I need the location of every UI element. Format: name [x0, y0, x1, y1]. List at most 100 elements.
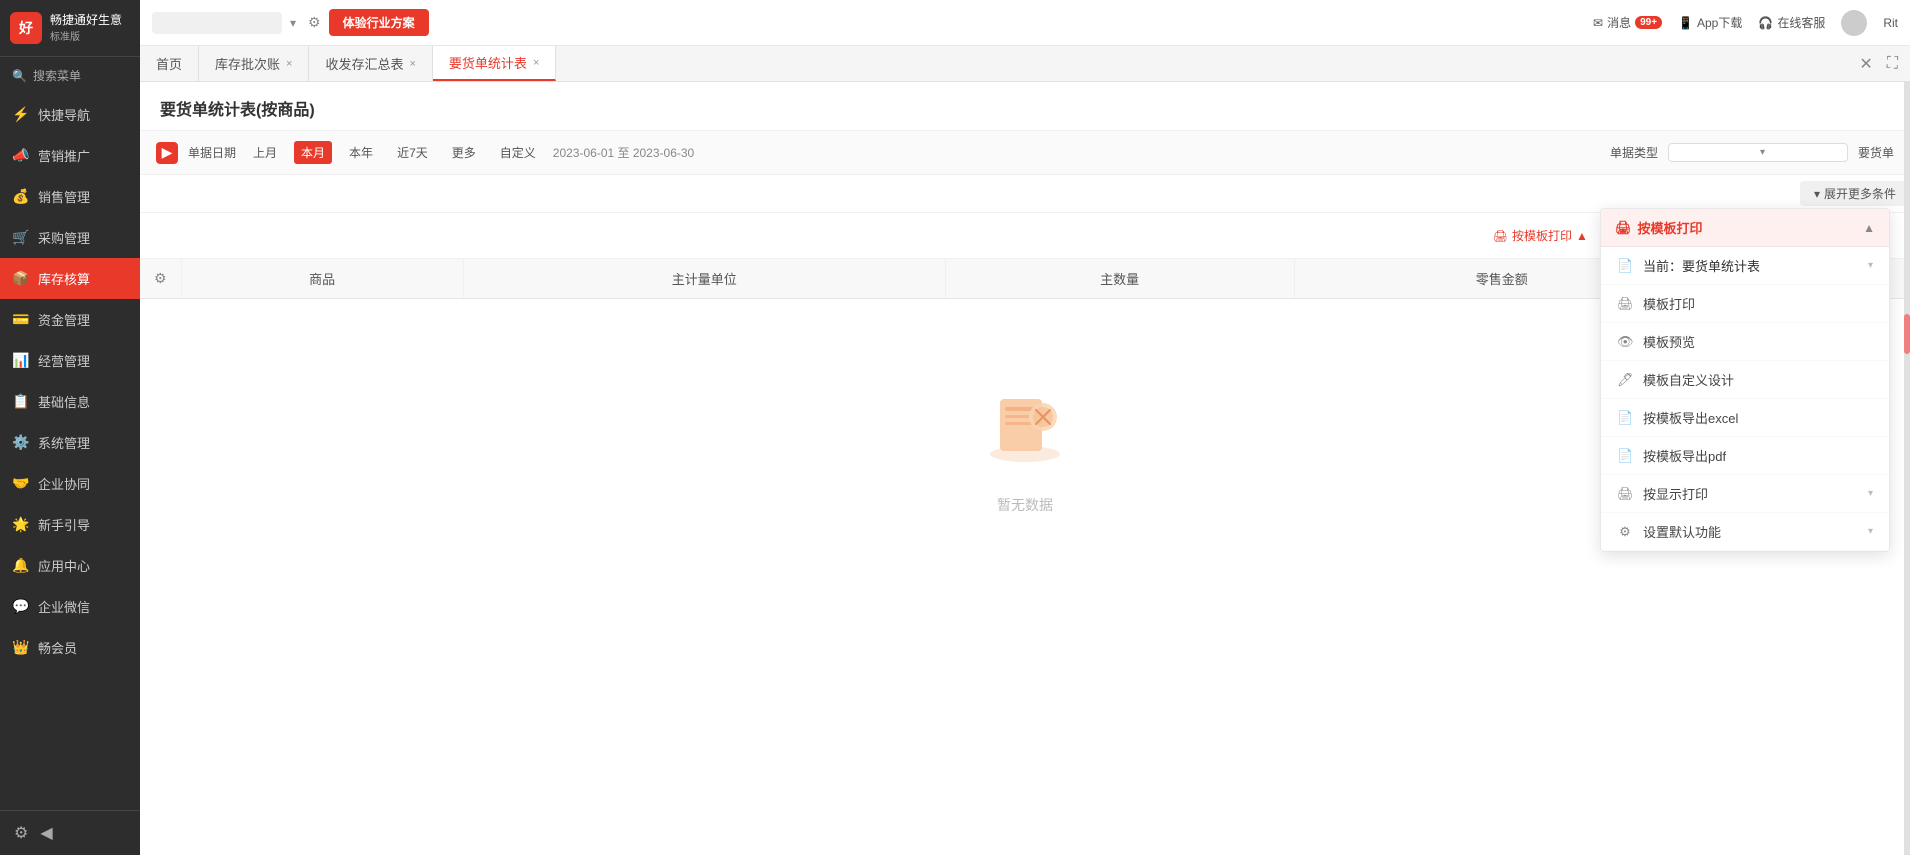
dropdown-item-template-design[interactable]: 🖊 模板自定义设计 [1601, 361, 1889, 399]
close-all-tabs-btn[interactable]: ✕ [1855, 52, 1876, 76]
dropdown-item-export-pdf[interactable]: 📄 按模板导出pdf [1601, 437, 1889, 475]
sidebar-item-marketing[interactable]: 📣 营销推广 [0, 135, 140, 176]
sidebar-item-system[interactable]: ⚙️ 系统管理 [0, 422, 140, 463]
sidebar-item-collab[interactable]: 🤝 企业协同 [0, 463, 140, 504]
app-download-btn[interactable]: 📱 App下载 [1678, 14, 1742, 31]
sidebar-item-wechat[interactable]: 💬 企业微信 [0, 586, 140, 627]
download-icon: 📱 [1678, 16, 1693, 30]
sidebar-item-guide[interactable]: 🌟 新手引导 [0, 504, 140, 545]
display-print-label: 按显示打印 [1643, 484, 1858, 503]
tab-home[interactable]: 首页 [140, 46, 199, 81]
messages-btn[interactable]: ✉ 消息 99+ [1593, 14, 1662, 31]
print-template-btn[interactable]: 🖨 按模板打印 ▲ [1485, 223, 1596, 248]
print-icon: 🖨 [1493, 229, 1508, 243]
sidebar-item-purchase[interactable]: 🛒 采购管理 [0, 217, 140, 258]
filter-bar: ▶ 单据日期 上月 本月 本年 近7天 更多 自定义 2023-06-01 至 … [140, 131, 1910, 175]
sidebar-item-label: 应用中心 [38, 556, 90, 575]
default-function-arrow: ▾ [1868, 526, 1873, 537]
current-year-btn[interactable]: 本年 [342, 141, 380, 164]
logo-icon: 好 [10, 12, 42, 44]
tabbar-buttons: ✕ ⛶ [1847, 52, 1910, 76]
sidebar-item-operation[interactable]: 📊 经营管理 [0, 340, 140, 381]
dropdown-print-icon: 🖨 [1615, 220, 1632, 236]
dropdown-item-default-function[interactable]: ⚙ 设置默认功能 ▾ [1601, 513, 1889, 551]
dropdown-header: 🖨 按模板打印 ▲ [1601, 209, 1889, 247]
default-function-label: 设置默认功能 [1643, 522, 1858, 541]
topbar-search-input[interactable] [152, 12, 282, 34]
sidebar-item-label: 销售管理 [38, 187, 90, 206]
logo[interactable]: 好 畅捷通好生意 标准版 [0, 0, 140, 57]
tab-order-stats-close[interactable]: × [533, 57, 539, 69]
online-service-btn[interactable]: 🎧 在线客服 [1758, 14, 1825, 31]
custom-date-btn[interactable]: 自定义 [493, 141, 543, 164]
expand-icon: ▾ [1814, 187, 1820, 201]
search-menu[interactable]: 🔍 搜索菜单 [0, 57, 140, 94]
current-month-btn[interactable]: 本月 [294, 141, 332, 164]
sidebar-item-basic[interactable]: 📋 基础信息 [0, 381, 140, 422]
template-print-label: 模板打印 [1643, 294, 1873, 313]
sidebar-item-inventory[interactable]: 📦 库存核算 [0, 258, 140, 299]
more-date-btn[interactable]: 更多 [445, 141, 483, 164]
sales-icon: 💰 [12, 188, 30, 205]
sidebar-item-label: 基础信息 [38, 392, 90, 411]
topbar-chevron-icon[interactable]: ▾ [290, 16, 296, 30]
empty-icon [975, 379, 1075, 479]
search-menu-label: 搜索菜单 [33, 67, 81, 84]
filter-toggle-btn[interactable]: ▶ [156, 142, 178, 164]
sidebar-item-sales[interactable]: 💰 销售管理 [0, 176, 140, 217]
dropdown-current-item[interactable]: 📄 当前：要货单统计表 ▾ [1601, 247, 1889, 285]
sidebar-item-label: 库存核算 [38, 269, 90, 288]
sidebar-item-label: 畅会员 [38, 638, 77, 657]
sidebar-item-appstore[interactable]: 🔔 应用中心 [0, 545, 140, 586]
messages-label: 消息 [1607, 14, 1631, 31]
expand-conditions-btn[interactable]: ▾ 展开更多条件 [1800, 181, 1910, 206]
guide-icon: 🌟 [12, 516, 30, 533]
trial-btn[interactable]: 体验行业方案 [329, 9, 429, 36]
expand-tabs-btn[interactable]: ⛶ [1883, 53, 1902, 75]
template-design-icon: 🖊 [1617, 372, 1633, 388]
avatar[interactable] [1841, 10, 1867, 36]
column-settings-icon[interactable]: ⚙ [154, 270, 167, 286]
topbar: ▾ ⚙ 体验行业方案 ✉ 消息 99+ 📱 App下载 🎧 在线客服 Rit [140, 0, 1910, 46]
search-icon: 🔍 [12, 69, 27, 83]
current-template-icon: 📄 [1617, 258, 1633, 274]
last-7-days-btn[interactable]: 近7天 [390, 141, 435, 164]
tab-collect-report-close[interactable]: × [409, 58, 415, 70]
tab-batch-account-close[interactable]: × [286, 58, 292, 70]
date-filter-label: 单据日期 [188, 144, 236, 161]
sidebar: 好 畅捷通好生意 标准版 🔍 搜索菜单 ⚡ 快捷导航 📣 营销推广 💰 销售管理… [0, 0, 140, 855]
dropdown-item-display-print[interactable]: 🖨 按显示打印 ▾ [1601, 475, 1889, 513]
sidebar-item-finance[interactable]: 💳 资金管理 [0, 299, 140, 340]
tab-batch-account[interactable]: 库存批次账 × [199, 46, 309, 81]
current-template-arrow: ▾ [1868, 260, 1873, 271]
dropdown-item-export-excel[interactable]: 📄 按模板导出excel [1601, 399, 1889, 437]
inventory-icon: 📦 [12, 270, 30, 287]
dropdown-item-template-print[interactable]: 🖨 模板打印 [1601, 285, 1889, 323]
print-arrow-icon: ▲ [1576, 229, 1588, 243]
tab-order-stats[interactable]: 要货单统计表 × [433, 46, 556, 81]
tab-collect-report-label: 收发存汇总表 [325, 54, 403, 73]
prev-month-btn[interactable]: 上月 [246, 141, 284, 164]
sidebar-item-label: 企业协同 [38, 474, 90, 493]
right-scrollbar[interactable] [1904, 82, 1910, 855]
sidebar-item-member[interactable]: 👑 畅会员 [0, 627, 140, 668]
topbar-actions: ✉ 消息 99+ 📱 App下载 🎧 在线客服 Rit [1593, 10, 1898, 36]
dropdown-collapse-btn[interactable]: ▲ [1863, 221, 1875, 235]
collab-icon: 🤝 [12, 475, 30, 492]
settings-footer-btn[interactable]: ⚙ [14, 823, 28, 843]
operation-icon: 📊 [12, 352, 30, 369]
sidebar-item-label: 系统管理 [38, 433, 90, 452]
system-icon: ⚙️ [12, 434, 30, 451]
user-name[interactable]: Rit [1883, 16, 1898, 30]
topbar-gear-icon[interactable]: ⚙ [308, 14, 321, 31]
dropdown-item-template-preview[interactable]: 👁 模板预览 [1601, 323, 1889, 361]
print-template-label: 按模板打印 [1512, 227, 1572, 244]
collapse-sidebar-btn[interactable]: ◀ [40, 823, 52, 843]
sidebar-item-quick-nav[interactable]: ⚡ 快捷导航 [0, 94, 140, 135]
quick-nav-icon: ⚡ [12, 106, 30, 123]
logo-text-group: 畅捷通好生意 标准版 [50, 13, 122, 44]
tab-collect-report[interactable]: 收发存汇总表 × [309, 46, 432, 81]
col-settings[interactable]: ⚙ [140, 259, 181, 299]
yaohuo-label: 要货单 [1858, 144, 1894, 161]
order-type-select[interactable]: ▾ [1668, 143, 1848, 162]
